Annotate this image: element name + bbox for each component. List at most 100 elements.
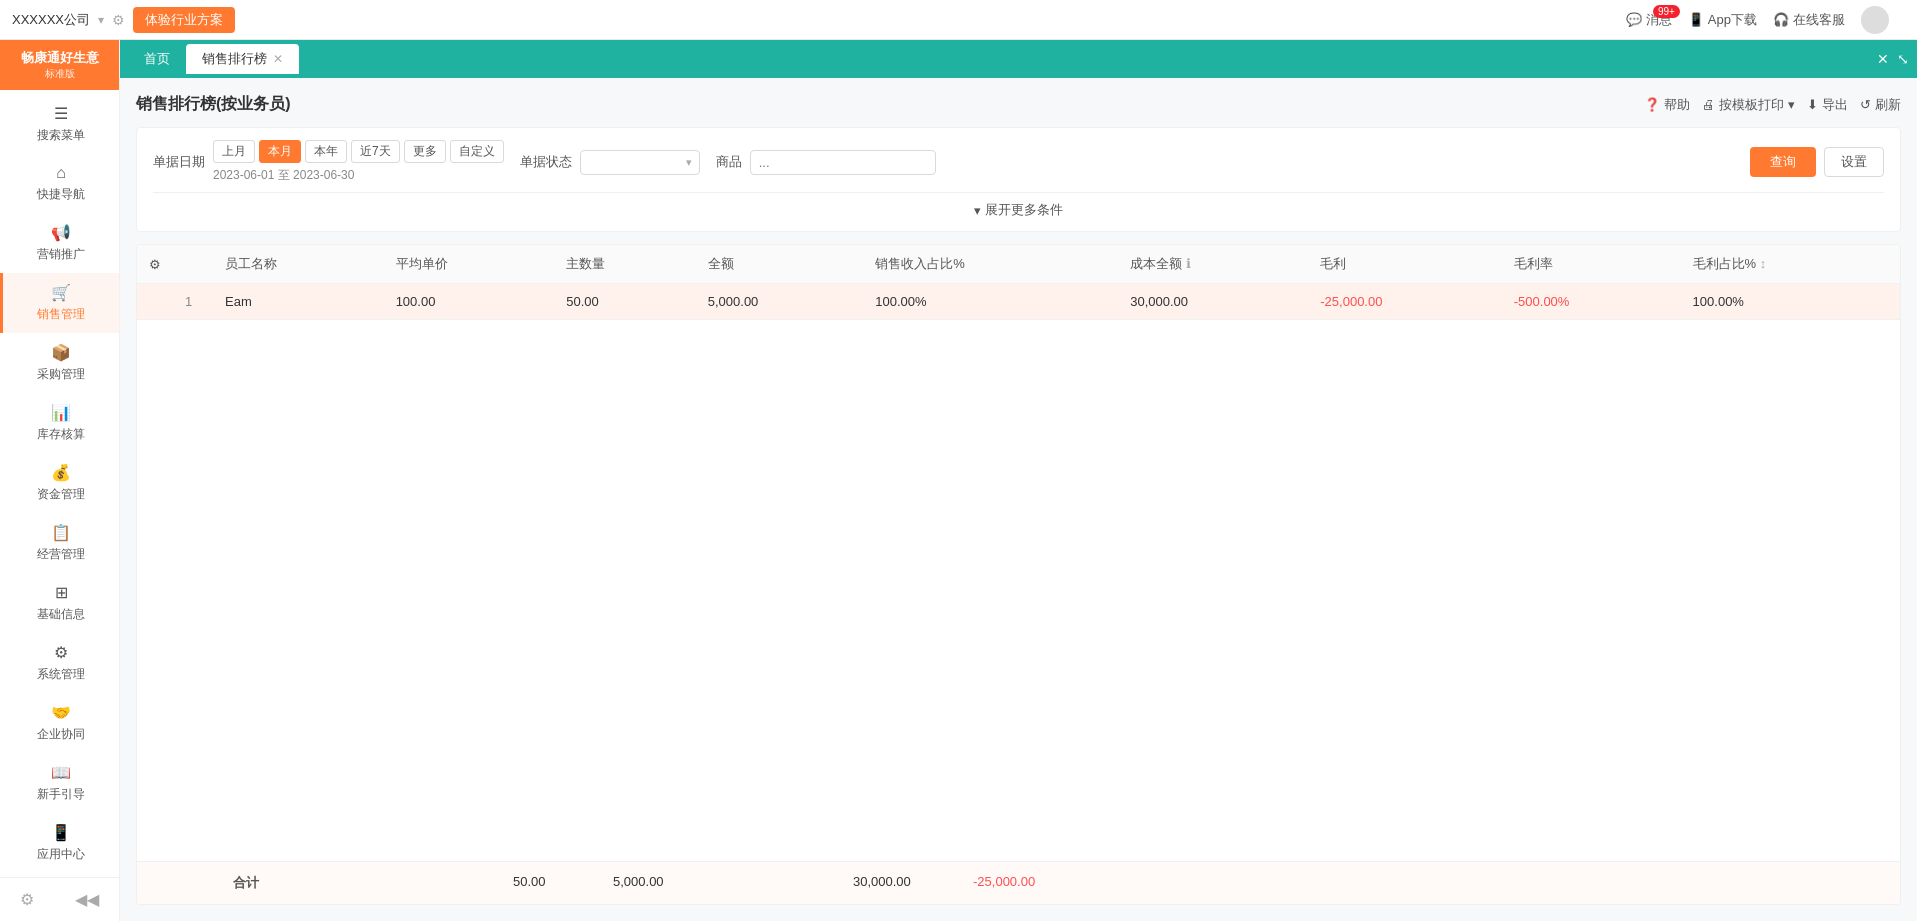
collapse-icon[interactable]: ◀◀	[71, 886, 103, 913]
sidebar-item-label: 基础信息	[37, 606, 85, 623]
goods-filter-label: 商品	[716, 153, 742, 171]
status-select[interactable]	[580, 150, 700, 175]
row-gross: -25,000.00	[1308, 284, 1501, 320]
trial-button[interactable]: 体验行业方案	[133, 7, 235, 33]
sidebar-item-finance[interactable]: 💰 资金管理	[0, 453, 119, 513]
footer-gross: -25,000.00	[961, 870, 1081, 896]
row-amount: 5,000.00	[696, 284, 864, 320]
table-container: ⚙ 员工名称 平均单价 主数量 全额 销售收入占比% 成本全额 ℹ	[136, 244, 1901, 905]
col-settings[interactable]: ⚙	[137, 245, 173, 284]
filter-area: 单据日期 上月 本月 本年 近7天 更多 自定义 2023-06-01 至 20…	[136, 127, 1901, 232]
row-settings	[137, 284, 173, 320]
sidebar-item-basic[interactable]: ⊞ 基础信息	[0, 573, 119, 633]
export-button[interactable]: ⬇ 导出	[1807, 96, 1848, 114]
query-button[interactable]: 查询	[1750, 147, 1816, 177]
sidebar-item-label: 企业协同	[37, 726, 85, 743]
restore-window-icon[interactable]: ⤡	[1897, 51, 1909, 67]
sidebar-item-inventory[interactable]: 📊 库存核算	[0, 393, 119, 453]
col-amount: 全额	[696, 245, 864, 284]
content-area: 销售排行榜(按业务员) ❓ 帮助 🖨 按模板打印 ▾ ⬇ 导出	[120, 78, 1917, 921]
table-header-row: ⚙ 员工名称 平均单价 主数量 全额 销售收入占比% 成本全额 ℹ	[137, 245, 1900, 284]
status-filter: 单据状态	[520, 150, 700, 175]
tab-sales-ranking[interactable]: 销售排行榜 ✕	[186, 44, 299, 74]
online-service-btn[interactable]: 🎧 在线客服	[1773, 11, 1845, 29]
date-tabs: 上月 本月 本年 近7天 更多 自定义	[213, 140, 504, 163]
tab-close-icon[interactable]: ✕	[273, 52, 283, 66]
footer-empty-2	[181, 870, 221, 896]
row-sales-pct: 100.00%	[863, 284, 1118, 320]
status-select-wrapper	[580, 150, 700, 175]
row-num: 1	[173, 284, 213, 320]
system-icon: ⚙	[54, 643, 68, 662]
marketing-icon: 📢	[51, 223, 71, 242]
print-button[interactable]: 🖨 按模板打印 ▾	[1702, 96, 1795, 114]
purchase-icon: 📦	[51, 343, 71, 362]
tab-home-label: 首页	[144, 50, 170, 68]
refresh-label: 刷新	[1875, 96, 1901, 114]
sidebar-item-system[interactable]: ⚙ 系统管理	[0, 633, 119, 693]
page-title: 销售排行榜(按业务员)	[136, 94, 291, 115]
sidebar-item-collab[interactable]: 🤝 企业协同	[0, 693, 119, 753]
footer-qty: 50.00	[501, 870, 601, 896]
sidebar-item-label: 资金管理	[37, 486, 85, 503]
row-qty: 50.00	[554, 284, 695, 320]
goods-input[interactable]	[750, 150, 936, 175]
col-qty: 主数量	[554, 245, 695, 284]
sidebar-item-guide[interactable]: 📖 新手引导	[0, 753, 119, 813]
sidebar-item-label: 经营管理	[37, 546, 85, 563]
row-employee: Eam	[213, 284, 384, 320]
sidebar-item-sales[interactable]: 🛒 销售管理	[0, 273, 119, 333]
message-area[interactable]: 💬 消息 99+	[1626, 11, 1672, 29]
col-cost: 成本全额 ℹ	[1118, 245, 1308, 284]
date-tab-custom[interactable]: 自定义	[450, 140, 504, 163]
expand-filters-btn[interactable]: ▾ 展开更多条件	[153, 192, 1884, 219]
help-button[interactable]: ❓ 帮助	[1644, 96, 1690, 114]
top-bar-left: XXXXXX公司 ▾ ⚙ 体验行业方案	[12, 7, 1626, 33]
table-row: 1 Eam 100.00 50.00 5,000.00 100.00% 30,0…	[137, 284, 1900, 320]
sidebar-item-operation[interactable]: 📋 经营管理	[0, 513, 119, 573]
date-tab-last-month[interactable]: 上月	[213, 140, 255, 163]
sidebar-item-label: 采购管理	[37, 366, 85, 383]
sidebar-item-label: 库存核算	[37, 426, 85, 443]
sidebar-item-apps[interactable]: 📱 应用中心	[0, 813, 119, 873]
settings-icon[interactable]: ⚙	[112, 12, 125, 28]
print-icon: 🖨	[1702, 97, 1715, 112]
date-filter: 单据日期 上月 本月 本年 近7天 更多 自定义 2023-06-01 至 20…	[153, 140, 504, 184]
company-dropdown-icon[interactable]: ▾	[98, 13, 104, 27]
print-label: 按模板打印	[1719, 96, 1784, 114]
guide-icon: 📖	[51, 763, 71, 782]
app-download-btn[interactable]: 📱 App下载	[1688, 11, 1757, 29]
settings-bottom-icon[interactable]: ⚙	[16, 886, 38, 913]
logo-subtitle: 标准版	[45, 67, 75, 81]
date-tab-more[interactable]: 更多	[404, 140, 446, 163]
gross-pct-sort-icon: ↕	[1760, 256, 1767, 271]
close-window-icon[interactable]: ✕	[1877, 51, 1889, 67]
col-employee: 员工名称	[213, 245, 384, 284]
footer-empty-1	[149, 870, 181, 896]
refresh-button[interactable]: ↺ 刷新	[1860, 96, 1901, 114]
search-menu-icon: ☰	[54, 104, 68, 123]
footer-cells: 合计 50.00 5,000.00 30,000.00 -25,000.00	[149, 870, 1888, 896]
sidebar-item-label: 销售管理	[37, 306, 85, 323]
col-gross: 毛利	[1308, 245, 1501, 284]
sidebar-item-search[interactable]: ☰ 搜索菜单	[0, 94, 119, 154]
col-gross-pct: 毛利占比% ↕	[1681, 245, 1900, 284]
sidebar-item-label: 系统管理	[37, 666, 85, 683]
date-tab-this-year[interactable]: 本年	[305, 140, 347, 163]
message-badge: 99+	[1653, 5, 1680, 18]
message-icon: 💬	[1626, 12, 1642, 27]
date-range: 2023-06-01 至 2023-06-30	[213, 167, 504, 184]
sidebar-item-marketing[interactable]: 📢 营销推广	[0, 213, 119, 273]
setting-button[interactable]: 设置	[1824, 147, 1884, 177]
tab-home[interactable]: 首页	[128, 44, 186, 74]
basic-icon: ⊞	[55, 583, 68, 602]
sidebar-item-purchase[interactable]: 📦 采购管理	[0, 333, 119, 393]
sidebar-item-nav[interactable]: ⌂ 快捷导航	[0, 154, 119, 213]
avatar[interactable]	[1861, 6, 1889, 34]
date-tab-this-month[interactable]: 本月	[259, 140, 301, 163]
date-tab-7days[interactable]: 近7天	[351, 140, 400, 163]
status-filter-label: 单据状态	[520, 153, 572, 171]
expand-filters-label: 展开更多条件	[985, 201, 1063, 219]
col-gross-rate: 毛利率	[1502, 245, 1681, 284]
home-icon: ⌂	[56, 164, 66, 182]
